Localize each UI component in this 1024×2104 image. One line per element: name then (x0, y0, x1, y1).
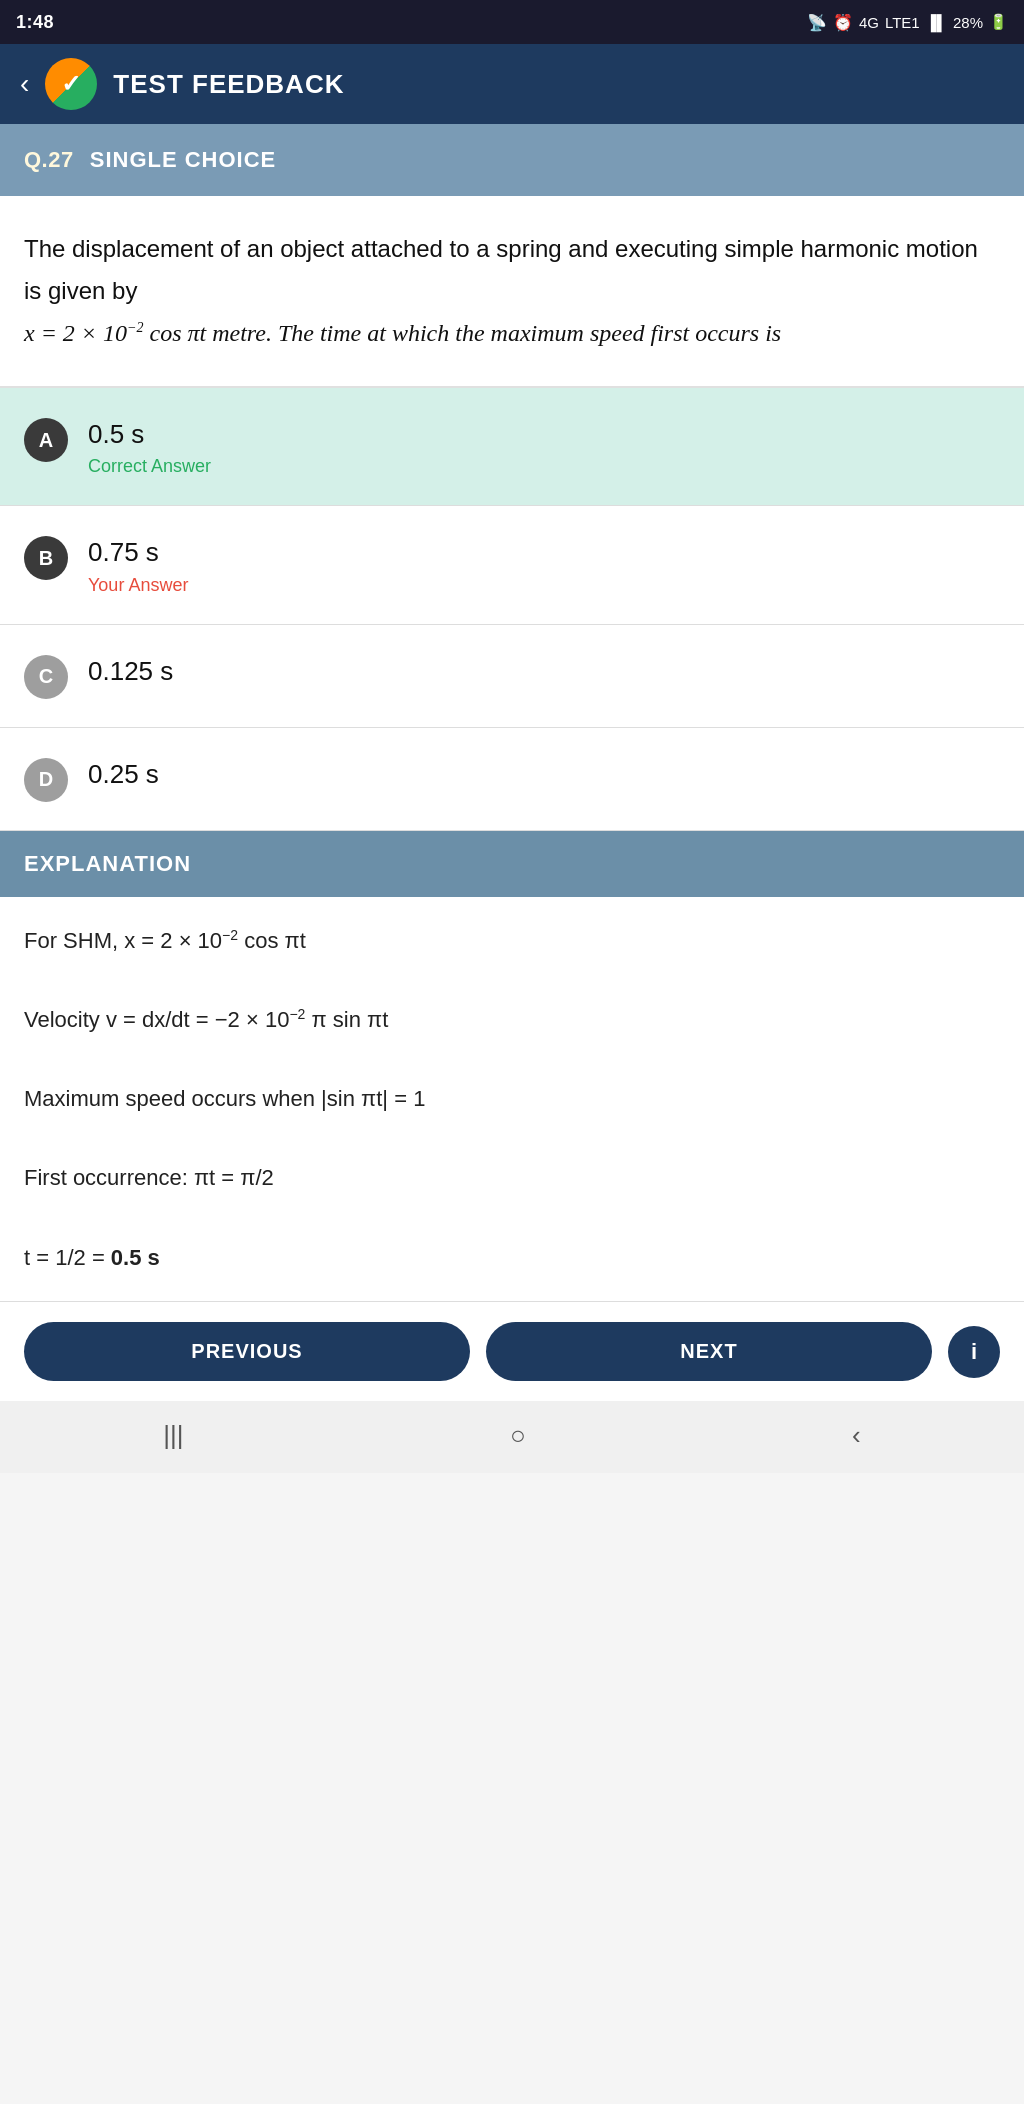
equation: x = 2 × 10−2 cos πt metre. The time at w… (24, 320, 781, 346)
explanation-header: EXPLANATION (0, 831, 1024, 897)
previous-button[interactable]: PREVIOUS (24, 1322, 470, 1381)
alarm-icon: ⏰ (833, 13, 853, 32)
option-b-content: 0.75 s Your Answer (88, 534, 1000, 595)
signal-bars: ▐▌ (926, 14, 947, 31)
explanation-content: For SHM, x = 2 × 10−2 cos πt Velocity v … (0, 897, 1024, 1301)
option-c-row[interactable]: C 0.125 s (0, 625, 1024, 728)
question-text: The displacement of an object attached t… (24, 228, 1000, 354)
app-logo: ✓ (45, 58, 97, 110)
option-c-content: 0.125 s (88, 653, 1000, 689)
android-nav-bar: ||| ○ ‹ (0, 1401, 1024, 1473)
network-label: 4G (859, 14, 879, 31)
option-b-value: 0.75 s (88, 534, 1000, 570)
bottom-nav: PREVIOUS NEXT i (0, 1301, 1024, 1401)
status-right: 📡 ⏰ 4G LTE1 ▐▌ 28% 🔋 (807, 13, 1008, 32)
option-d-content: 0.25 s (88, 756, 1000, 792)
option-b-badge: B (24, 536, 68, 580)
android-menu-icon[interactable]: ||| (163, 1420, 183, 1451)
app-header: ‹ ✓ TEST FEEDBACK (0, 44, 1024, 124)
back-button[interactable]: ‹ (20, 68, 29, 100)
option-a-badge: A (24, 418, 68, 462)
cast-icon: 📡 (807, 13, 827, 32)
explanation-title: EXPLANATION (24, 851, 191, 876)
explanation-text: For SHM, x = 2 × 10−2 cos πt Velocity v … (24, 921, 1000, 1277)
option-d-value: 0.25 s (88, 756, 1000, 792)
option-a-correct-label: Correct Answer (88, 456, 1000, 477)
option-a-value: 0.5 s (88, 416, 1000, 452)
question-body: The displacement of an object attached t… (0, 196, 1024, 388)
status-bar: 1:48 📡 ⏰ 4G LTE1 ▐▌ 28% 🔋 (0, 0, 1024, 44)
battery-label: 28% (953, 14, 983, 31)
question-header: Q.27 SINGLE CHOICE (0, 124, 1024, 196)
page-title: TEST FEEDBACK (113, 69, 344, 100)
options-container: A 0.5 s Correct Answer B 0.75 s Your Ans… (0, 388, 1024, 831)
option-d-row[interactable]: D 0.25 s (0, 728, 1024, 831)
option-b-your-label: Your Answer (88, 575, 1000, 596)
next-button[interactable]: NEXT (486, 1322, 932, 1381)
battery-icon: 🔋 (989, 13, 1008, 31)
option-c-value: 0.125 s (88, 653, 1000, 689)
info-button[interactable]: i (948, 1326, 1000, 1378)
option-d-badge: D (24, 758, 68, 802)
question-type: SINGLE CHOICE (90, 147, 277, 173)
option-a-row[interactable]: A 0.5 s Correct Answer (0, 388, 1024, 506)
option-a-content: 0.5 s Correct Answer (88, 416, 1000, 477)
question-number: Q.27 (24, 147, 74, 173)
android-back-icon[interactable]: ‹ (852, 1420, 861, 1451)
option-b-row[interactable]: B 0.75 s Your Answer (0, 506, 1024, 624)
signal-label: LTE1 (885, 14, 920, 31)
option-c-badge: C (24, 655, 68, 699)
status-time: 1:48 (16, 12, 54, 33)
logo-check-icon: ✓ (61, 70, 81, 98)
android-home-icon[interactable]: ○ (510, 1420, 526, 1451)
